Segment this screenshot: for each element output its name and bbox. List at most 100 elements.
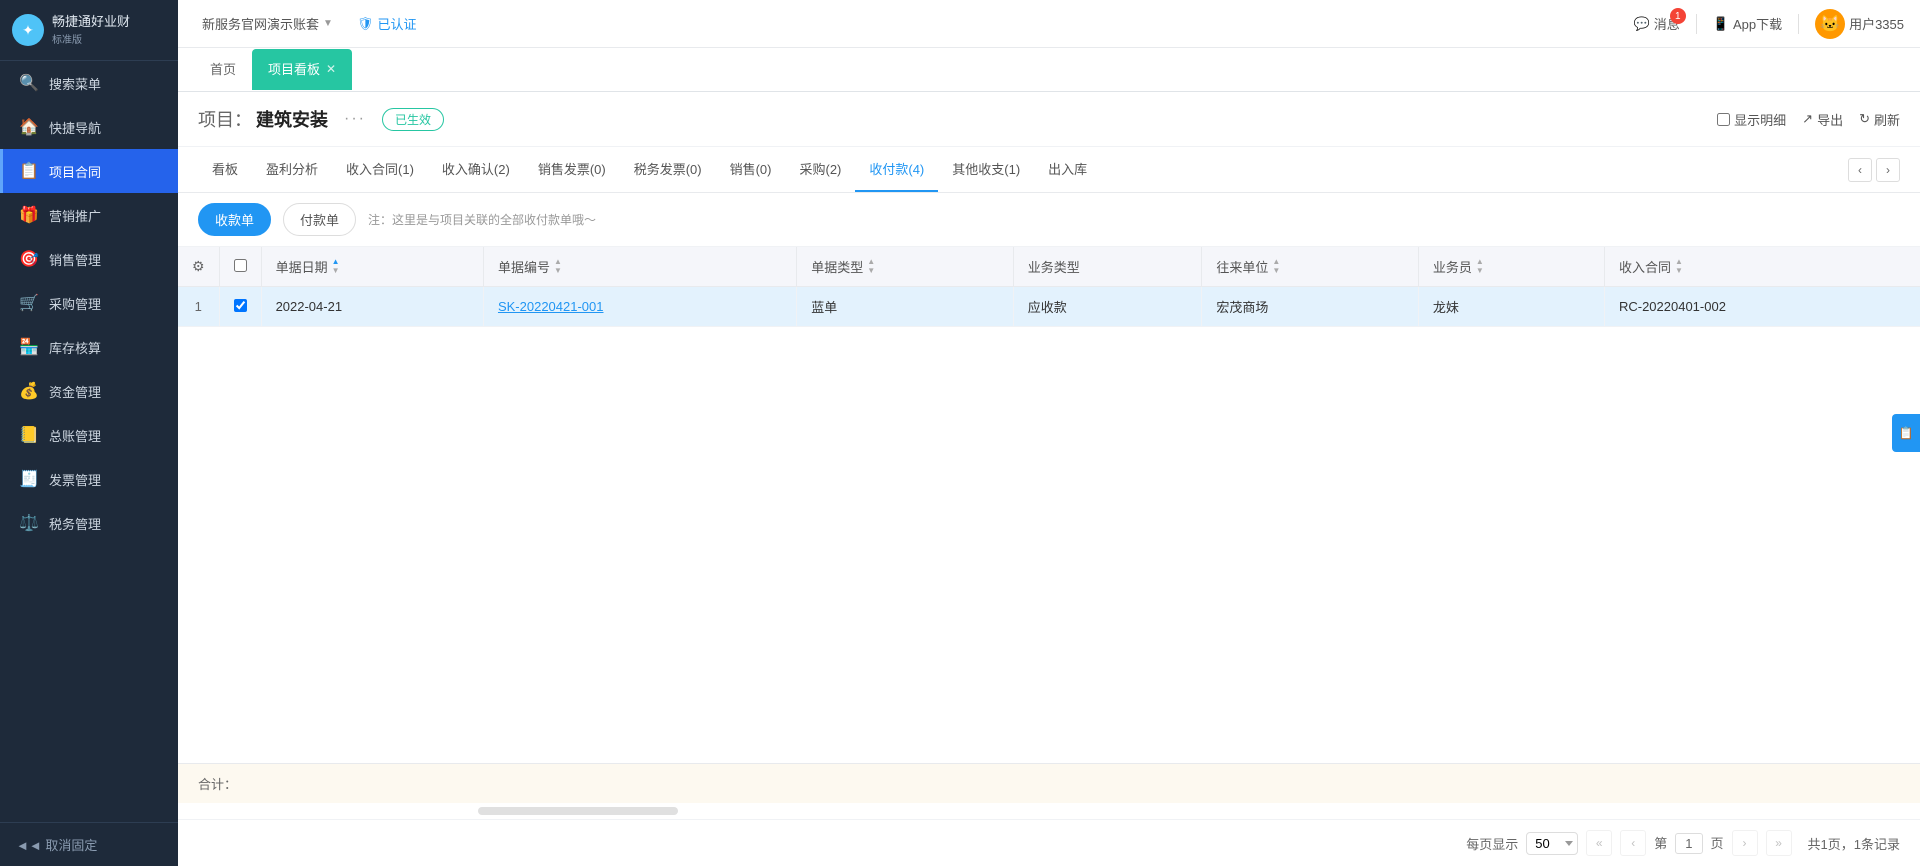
messages-btn[interactable]: 💬 消息 1 xyxy=(1634,14,1680,33)
divider xyxy=(1696,14,1697,34)
sidebar-item-project-contract[interactable]: 📋 项目合同 xyxy=(0,149,178,193)
panel-icon: 📋 xyxy=(1899,426,1914,440)
more-options-btn[interactable]: ··· xyxy=(344,110,366,128)
number-link[interactable]: SK-20220421-001 xyxy=(498,299,604,314)
th-number[interactable]: 单据编号 ▲ ▼ xyxy=(483,247,796,287)
table-container: ⚙ 单据日期 ▲ ▼ xyxy=(178,247,1920,763)
scroll-right-btn[interactable]: › xyxy=(1876,158,1900,182)
sidebar-footer-btn[interactable]: ◄◄ 取消固定 xyxy=(0,822,178,866)
topbar-left: 新服务官网演示账套 ▼ 🛡 已认证 xyxy=(194,10,1634,37)
th-date[interactable]: 单据日期 ▲ ▼ xyxy=(261,247,483,287)
next-page-btn[interactable]: › xyxy=(1732,830,1758,856)
sort-contract-icon: ▲ ▼ xyxy=(1675,258,1683,275)
sidebar-item-ledger[interactable]: 📒 总账管理 xyxy=(0,413,178,457)
note-text: 注：这里是与项目关联的全部收付款单哦～ xyxy=(368,211,596,228)
inventory-icon: 🏪 xyxy=(19,337,39,357)
sub-tabs: 看板盈利分析收入合同(1)收入确认(2)销售发票(0)税务发票(0)销售(0)采… xyxy=(178,147,1920,193)
sidebar-item-label: 搜索菜单 xyxy=(49,74,101,93)
gear-icon[interactable]: ⚙ xyxy=(192,258,205,274)
page-header-right: 显示明细 ↗ 导出 ↻ 刷新 xyxy=(1717,110,1900,129)
sub-tab-profit[interactable]: 盈利分析 xyxy=(252,147,332,192)
right-panel-btn[interactable]: 📋 xyxy=(1892,414,1920,452)
page-area: 项目：建筑安装 ··· 已生效 显示明细 ↗ 导出 ↻ 刷新 xyxy=(178,92,1920,866)
sidebar-header: ✦ 畅捷通好业财 标准版 xyxy=(0,0,178,61)
sort-number-icon: ▲ ▼ xyxy=(554,258,562,275)
row-checkbox[interactable] xyxy=(234,299,247,312)
cell-biz-type: 应收款 xyxy=(1013,287,1202,327)
messages-badge: 1 xyxy=(1670,8,1686,24)
user-menu-btn[interactable]: 🐱 用户3355 xyxy=(1815,9,1904,39)
sub-tab-sales-invoice[interactable]: 销售发票(0) xyxy=(524,147,620,192)
page-size-select[interactable]: 50 10 20 100 xyxy=(1526,832,1578,855)
th-partner[interactable]: 往来单位 ▲ ▼ xyxy=(1202,247,1418,287)
sidebar-item-purchase[interactable]: 🛒 采购管理 xyxy=(0,281,178,325)
topbar: 新服务官网演示账套 ▼ 🛡 已认证 💬 消息 1 📱 App下载 🐱 用 xyxy=(178,0,1920,48)
sidebar-item-search[interactable]: 🔍 搜索菜单 xyxy=(0,61,178,105)
status-badge: 已生效 xyxy=(382,108,444,131)
tab-label: 项目看板 xyxy=(268,59,320,78)
workspace-chevron: ▼ xyxy=(323,18,333,29)
tab-project-board[interactable]: 项目看板 ✕ xyxy=(252,49,352,90)
workspace-selector[interactable]: 新服务官网演示账套 ▼ xyxy=(194,10,341,37)
marketing-icon: 🎁 xyxy=(19,205,39,225)
th-checkbox xyxy=(219,247,261,287)
sidebar-item-label: 库存核算 xyxy=(49,338,101,357)
table-row[interactable]: 1 2022-04-21 SK-20220421-001 蓝单 应收款 宏茂商场… xyxy=(178,287,1920,327)
divider2 xyxy=(1798,14,1799,34)
sidebar-item-quick-nav[interactable]: 🏠 快捷导航 xyxy=(0,105,178,149)
export-btn[interactable]: ↗ 导出 xyxy=(1802,110,1843,129)
th-income-contract[interactable]: 收入合同 ▲ ▼ xyxy=(1604,247,1920,287)
sidebar-item-marketing[interactable]: 🎁 营销推广 xyxy=(0,193,178,237)
total-label: 合计： xyxy=(198,774,237,793)
search-icon: 🔍 xyxy=(19,73,39,93)
sidebar-item-invoice[interactable]: 🧾 发票管理 xyxy=(0,457,178,501)
current-page: 1 xyxy=(1675,833,1703,854)
finance-icon: 💰 xyxy=(19,381,39,401)
sidebar-item-inventory[interactable]: 🏪 库存核算 xyxy=(0,325,178,369)
sidebar-item-finance[interactable]: 💰 资金管理 xyxy=(0,369,178,413)
show-detail-checkbox[interactable] xyxy=(1717,113,1730,126)
scroll-left-btn[interactable]: ‹ xyxy=(1848,158,1872,182)
sub-tab-purchase[interactable]: 采购(2) xyxy=(785,147,855,192)
sub-tab-income-confirm[interactable]: 收入确认(2) xyxy=(428,147,524,192)
table-header-row: ⚙ 单据日期 ▲ ▼ xyxy=(178,247,1920,287)
sub-tab-inventory[interactable]: 出入库 xyxy=(1034,147,1101,192)
cell-type: 蓝单 xyxy=(797,287,1013,327)
th-salesperson[interactable]: 业务员 ▲ ▼ xyxy=(1418,247,1604,287)
sub-tab-payment[interactable]: 收付款(4) xyxy=(855,147,938,192)
page-header: 项目：建筑安装 ··· 已生效 显示明细 ↗ 导出 ↻ 刷新 xyxy=(178,92,1920,147)
sidebar-item-tax[interactable]: ⚖️ 税务管理 xyxy=(0,501,178,545)
select-all-checkbox[interactable] xyxy=(234,259,247,272)
last-page-btn[interactable]: » xyxy=(1766,830,1792,856)
topbar-right: 💬 消息 1 📱 App下载 🐱 用户3355 xyxy=(1634,9,1904,39)
th-biz-type: 业务类型 xyxy=(1013,247,1202,287)
sub-tab-kanban[interactable]: 看板 xyxy=(198,147,252,192)
app-download-btn[interactable]: 📱 App下载 xyxy=(1713,14,1782,33)
payment-btn[interactable]: 付款单 xyxy=(283,203,356,236)
app-info: 畅捷通好业财 标准版 xyxy=(52,14,130,46)
sub-tab-sales[interactable]: 销售(0) xyxy=(716,147,786,192)
sales-icon: 🎯 xyxy=(19,249,39,269)
th-type[interactable]: 单据类型 ▲ ▼ xyxy=(797,247,1013,287)
secondary-nav: 收款单 付款单 注：这里是与项目关联的全部收付款单哦～ xyxy=(178,193,1920,247)
sidebar-item-sales[interactable]: 🎯 销售管理 xyxy=(0,237,178,281)
prev-page-btn[interactable]: ‹ xyxy=(1620,830,1646,856)
sidebar-item-label: 项目合同 xyxy=(49,162,101,181)
receipt-btn[interactable]: 收款单 xyxy=(198,203,271,236)
tab-close-project-board[interactable]: ✕ xyxy=(326,62,336,76)
page-title: 项目：建筑安装 xyxy=(198,106,328,132)
cell-index: 1 xyxy=(178,287,219,327)
refresh-btn[interactable]: ↻ 刷新 xyxy=(1859,110,1900,129)
th-gear[interactable]: ⚙ xyxy=(178,247,219,287)
sort-date-icon: ▲ ▼ xyxy=(332,258,340,275)
app-version: 标准版 xyxy=(52,31,130,46)
sub-tab-tax-invoice[interactable]: 税务发票(0) xyxy=(620,147,716,192)
sub-tab-other-income[interactable]: 其他收支(1) xyxy=(938,147,1034,192)
show-detail-checkbox-label[interactable]: 显示明细 xyxy=(1717,110,1786,129)
sub-tab-income-contract[interactable]: 收入合同(1) xyxy=(332,147,428,192)
avatar: 🐱 xyxy=(1815,9,1845,39)
data-table: ⚙ 单据日期 ▲ ▼ xyxy=(178,247,1920,327)
horizontal-scrollbar[interactable] xyxy=(478,807,678,815)
first-page-btn[interactable]: « xyxy=(1586,830,1612,856)
tab-home[interactable]: 首页 xyxy=(194,49,252,90)
